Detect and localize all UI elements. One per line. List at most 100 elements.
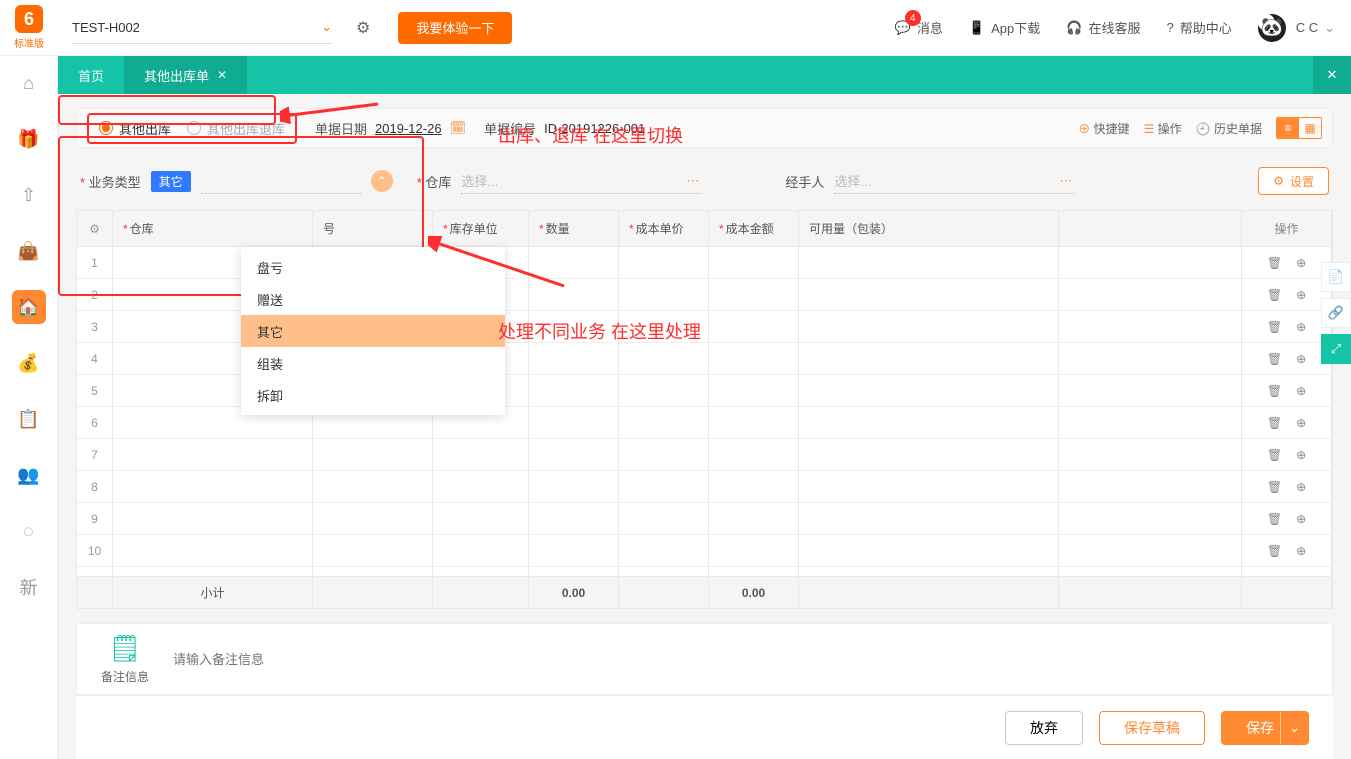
copy-icon[interactable]: ⊕	[1296, 352, 1306, 366]
copy-icon[interactable]: ⊕	[1296, 480, 1306, 494]
delete-icon[interactable]: 🗑	[1267, 544, 1282, 558]
copy-icon[interactable]: ⊕	[1296, 320, 1306, 334]
avatar[interactable]: 🐼	[1258, 14, 1286, 42]
bill-no: 单据编号 ID-20191226-001	[484, 119, 645, 138]
delete-icon[interactable]: 🗑	[1267, 384, 1282, 398]
delete-icon[interactable]: 🗑	[1267, 512, 1282, 526]
dropdown-item[interactable]: 拆卸	[241, 379, 505, 411]
nav-new-icon[interactable]: 新	[12, 570, 46, 604]
app-download[interactable]: 📱 App下载	[969, 18, 1040, 37]
table-row[interactable]: 7🗑⊕	[77, 439, 1332, 471]
rail-link-icon[interactable]: 🔗	[1321, 298, 1351, 328]
nav-house-up-icon[interactable]: ⇧	[12, 178, 46, 212]
delete-icon[interactable]: 🗑	[1267, 288, 1282, 302]
table-row[interactable]: 9🗑⊕	[77, 503, 1332, 535]
save-button[interactable]: 保存⌄	[1221, 711, 1309, 745]
nav-bag-icon[interactable]: 👜	[12, 234, 46, 268]
row-index: 6	[77, 407, 113, 438]
radio-other-outbound-return[interactable]: 其他出库退库	[187, 119, 285, 138]
remarks-label: 备注信息	[101, 668, 149, 685]
logo[interactable]: 6 标准版	[0, 5, 58, 50]
warehouse-field[interactable]: 仓库 选择...⋯	[417, 168, 702, 194]
table-row[interactable]: 10 🗑 ⊕	[77, 535, 1332, 567]
copy-icon[interactable]: ⊕	[1296, 448, 1306, 462]
radio-other-outbound[interactable]: 其他出库	[99, 119, 171, 138]
logo-icon: 6	[15, 5, 43, 33]
copy-icon[interactable]: ⊕	[1296, 544, 1306, 558]
copy-icon[interactable]: ⊕	[1296, 384, 1306, 398]
operate-link[interactable]: ☰ 操作	[1144, 120, 1182, 137]
delete-icon[interactable]: 🗑	[1267, 448, 1282, 462]
column-settings-icon[interactable]: ⚙	[77, 211, 113, 246]
experience-button[interactable]: 我要体验一下	[398, 12, 512, 44]
nav-contact-icon[interactable]: 👥	[12, 458, 46, 492]
row-index: 3	[77, 311, 113, 342]
view-mode-toggle[interactable]: ≡ ▦	[1276, 117, 1322, 139]
close-icon[interactable]: ✕	[217, 68, 227, 82]
copy-icon[interactable]: ⊕	[1296, 288, 1306, 302]
discard-button[interactable]: 放弃	[1005, 711, 1083, 745]
chevron-down-icon[interactable]: ⌄	[1280, 712, 1308, 744]
dropdown-item[interactable]: 盘亏	[241, 251, 505, 283]
gear-icon: ⚙	[1273, 174, 1284, 188]
left-sidebar: ⌂ 🎁 ⇧ 👜 🏠 💰 📋 👥 ◌ 新	[0, 56, 58, 759]
messages[interactable]: 💬 4 消息	[895, 18, 943, 37]
delete-icon[interactable]: 🗑	[1267, 320, 1282, 334]
rail-note-icon[interactable]: 📄	[1321, 262, 1351, 292]
nav-gift-icon[interactable]: 🎁	[12, 122, 46, 156]
mobile-icon: 📱	[969, 20, 985, 36]
list-view-icon[interactable]: ≡	[1277, 118, 1299, 138]
copy-icon[interactable]: ⊕	[1296, 416, 1306, 430]
tab-home[interactable]: 首页	[58, 56, 124, 94]
more-icon[interactable]: ⋯	[1059, 173, 1074, 189]
chevron-down-icon[interactable]: ⌄	[1324, 20, 1335, 36]
chevron-up-icon[interactable]: ⌃	[371, 170, 393, 192]
copy-icon[interactable]: ⊕	[1296, 256, 1306, 270]
nav-warehouse-icon[interactable]: 🏠	[12, 290, 46, 324]
tabs-close-all[interactable]: ✕	[1313, 56, 1351, 94]
handler-field[interactable]: 经手人 选择...⋯	[785, 168, 1074, 194]
rail-expand-icon[interactable]: ⤢	[1321, 334, 1351, 364]
footer: 放弃 保存草稿 保存⌄	[76, 695, 1333, 759]
customer-service[interactable]: 🎧 在线客服	[1066, 18, 1140, 37]
delete-icon[interactable]: 🗑	[1267, 416, 1282, 430]
save-draft-button[interactable]: 保存草稿	[1099, 711, 1205, 745]
tabs: 首页 其他出库单 ✕ ✕	[58, 56, 1351, 94]
settings-button[interactable]: ⚙设置	[1258, 167, 1329, 195]
bill-date[interactable]: 单据日期 2019-12-26 🗓	[315, 119, 466, 138]
chevron-down-icon: ⌄	[321, 19, 332, 35]
tab-other-outbound[interactable]: 其他出库单 ✕	[124, 56, 247, 94]
headset-icon: 🎧	[1066, 20, 1082, 36]
shortcut-link[interactable]: ⊕ 快捷键	[1078, 120, 1129, 137]
gear-icon[interactable]: ⚙	[356, 18, 370, 38]
subtotal-label: 小计	[113, 577, 313, 608]
delete-icon[interactable]: 🗑	[1267, 256, 1282, 270]
nav-cycle-icon[interactable]: ◌	[12, 514, 46, 548]
biz-type-field[interactable]: 业务类型 其它 ⌃	[80, 168, 393, 194]
subtotal-amount: 0.00	[709, 577, 799, 608]
message-badge: 4	[905, 10, 921, 26]
row-index: 8	[77, 471, 113, 502]
remarks-input[interactable]	[173, 652, 1308, 667]
nav-money-icon[interactable]: 💰	[12, 346, 46, 380]
table-row[interactable]: 11🗑⊕	[77, 567, 1332, 576]
table-row[interactable]: 8 🗑 ⊕	[77, 471, 1332, 503]
tenant-name: TEST-H002	[72, 20, 140, 35]
calendar-icon[interactable]: 🗓	[450, 120, 467, 136]
tenant-select[interactable]: TEST-H002 ⌄	[72, 12, 332, 44]
nav-clipboard-icon[interactable]: 📋	[12, 402, 46, 436]
dropdown-item[interactable]: 组装	[241, 347, 505, 379]
help-center[interactable]: ? 帮助中心	[1166, 18, 1231, 37]
copy-icon[interactable]: ⊕	[1296, 512, 1306, 526]
delete-icon[interactable]: 🗑	[1267, 352, 1282, 366]
more-icon[interactable]: ⋯	[686, 173, 701, 189]
delete-icon[interactable]: 🗑	[1267, 480, 1282, 494]
history-link[interactable]: 🕘 历史单据	[1196, 120, 1262, 137]
grid-view-icon[interactable]: ▦	[1299, 118, 1321, 138]
nav-home-icon[interactable]: ⌂	[12, 66, 46, 100]
row-index: 2	[77, 279, 113, 310]
dropdown-item[interactable]: 赠送	[241, 283, 505, 315]
biz-type-dropdown[interactable]: 盘亏赠送其它组装拆卸	[241, 247, 505, 415]
row-index: 10	[77, 535, 113, 566]
dropdown-item[interactable]: 其它	[241, 315, 505, 347]
